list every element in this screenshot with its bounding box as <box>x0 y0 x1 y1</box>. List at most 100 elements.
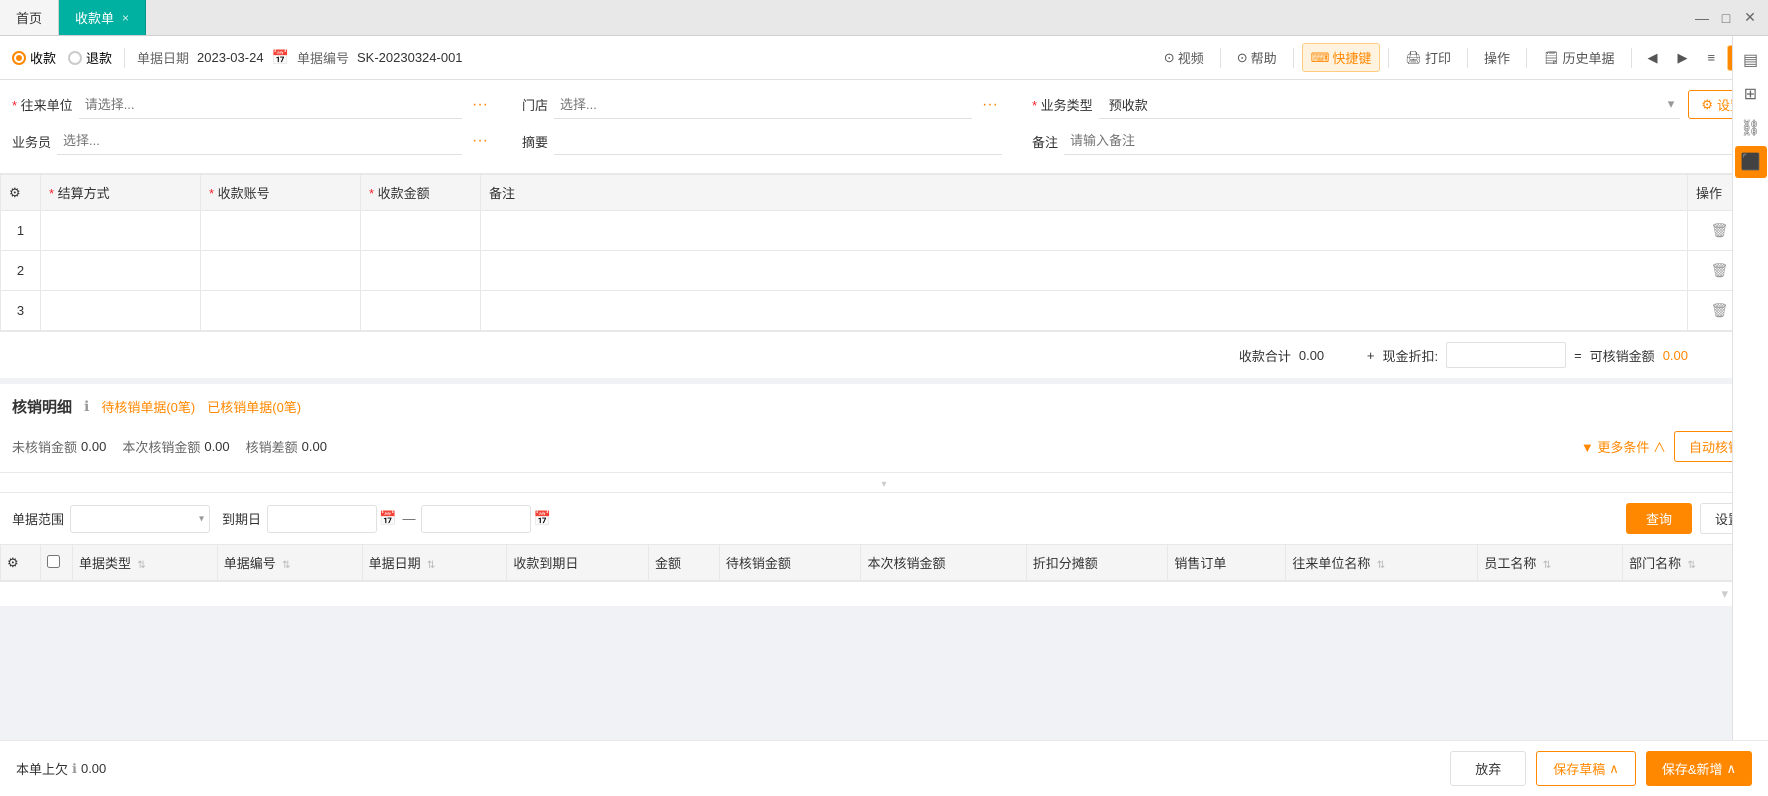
staff-input[interactable] <box>57 127 462 155</box>
remark-input[interactable] <box>1064 127 1756 155</box>
biz-type-select[interactable]: 预收款 ▾ <box>1099 91 1681 119</box>
table-row: 1 🗑 ⧉ <box>1 211 1768 251</box>
video-button[interactable]: ⊙ 视频 <box>1156 44 1212 71</box>
account-cell-3[interactable] <box>201 291 361 331</box>
sort-partner-icon[interactable]: ⇅ <box>1377 560 1385 571</box>
amount-cell-1[interactable] <box>361 211 481 251</box>
settle-cell-3[interactable] <box>41 291 201 331</box>
col-amount-header: 收款金额 <box>361 175 481 211</box>
amount-cell-3[interactable] <box>361 291 481 331</box>
date-from-input[interactable]: 2022-04-01 <box>267 505 377 533</box>
nav-prev-button[interactable]: ◀ <box>1640 46 1666 70</box>
verification-info-icon[interactable]: ℹ <box>84 398 89 415</box>
doc-no-value: SK-20230324-001 <box>357 50 463 65</box>
settle-cell-1[interactable] <box>41 211 201 251</box>
net-label: 可核销金额 <box>1590 346 1655 365</box>
shop-field: 门店 ··· <box>522 91 1002 119</box>
sidebar-link-icon[interactable]: ⛓ <box>1735 112 1767 144</box>
close-window-button[interactable]: ✕ <box>1740 8 1760 28</box>
main-content: 往来单位 ··· 门店 ··· 业务类型 预收款 ▾ <box>0 80 1768 760</box>
receipt-table-wrapper: ⚙ 结算方式 收款账号 收款金额 备注 操作 <box>0 174 1768 331</box>
remark-cell-1[interactable] <box>481 211 1688 251</box>
sidebar-active-icon[interactable]: ⬛ <box>1735 146 1767 178</box>
remark-cell-3[interactable] <box>481 291 1688 331</box>
discount-input[interactable] <box>1446 342 1566 368</box>
footer: 本单上欠 ℹ 0.00 放弃 保存草稿 ∧ 保存&新增 ∧ <box>0 740 1768 796</box>
shop-input[interactable] <box>554 91 972 119</box>
sort-date-icon[interactable]: ⇅ <box>427 560 435 571</box>
draft-arrow-icon: ∧ <box>1609 761 1619 777</box>
right-sidebar: ▤ ⊞ ⛓ ⬛ <box>1732 36 1768 796</box>
print-label: 打印 <box>1425 48 1451 67</box>
shop-more-icon[interactable]: ··· <box>978 96 1002 114</box>
operation-label: 操作 <box>1484 48 1510 67</box>
delete-icon-1[interactable]: 🗑 <box>1711 222 1729 239</box>
help-button[interactable]: ⊙ 帮助 <box>1229 44 1285 71</box>
table-row: 3 🗑 ⧉ <box>1 291 1768 331</box>
nav-next-button[interactable]: ▶ <box>1670 46 1696 70</box>
biz-type-arrow[interactable]: ▾ <box>1668 96 1675 112</box>
query-button[interactable]: 查询 <box>1626 503 1692 534</box>
date-to-icon[interactable]: 📅 <box>533 510 550 527</box>
print-button[interactable]: 🖨 打印 <box>1397 44 1459 71</box>
balance-info-icon[interactable]: ℹ <box>72 761 77 777</box>
staff-more-icon[interactable]: ··· <box>468 132 492 150</box>
receipt-type-group: 收款 退款 <box>12 48 112 67</box>
select-all-checkbox[interactable] <box>47 555 60 568</box>
shortcut-label: 快捷键 <box>1332 48 1371 67</box>
discard-button[interactable]: 放弃 <box>1450 751 1526 786</box>
range-select[interactable] <box>70 505 210 533</box>
list-view-button[interactable]: ≡ <box>1700 46 1724 69</box>
account-cell-1[interactable] <box>201 211 361 251</box>
due-date-field: 到期日 2022-04-01 📅 — 2022-04-12 📅 <box>222 505 551 533</box>
calendar-icon[interactable]: 📅 <box>272 49 289 66</box>
col-settings[interactable]: ⚙ <box>1 545 41 581</box>
save-draft-button[interactable]: 保存草稿 ∧ <box>1536 751 1636 786</box>
sort-shop-icon[interactable]: ⇅ <box>1687 560 1695 571</box>
net-value: 0.00 <box>1663 348 1688 363</box>
sort-no-icon[interactable]: ⇅ <box>282 560 290 571</box>
date-from-icon[interactable]: 📅 <box>379 510 396 527</box>
staff-field: 业务员 ··· <box>12 127 492 155</box>
refund-radio[interactable]: 退款 <box>68 48 112 67</box>
maximize-button[interactable]: □ <box>1716 8 1736 28</box>
save-new-button[interactable]: 保存&新增 ∧ <box>1646 751 1752 786</box>
sort-type-icon[interactable]: ⇅ <box>137 560 145 571</box>
col-date-header: 单据日期 ⇅ <box>362 545 507 581</box>
tab-close-icon[interactable]: × <box>122 11 129 25</box>
sidebar-table-icon[interactable]: ▤ <box>1735 44 1767 76</box>
remark-cell-2[interactable] <box>481 251 1688 291</box>
delete-icon-3[interactable]: 🗑 <box>1711 302 1729 319</box>
receipt-radio[interactable]: 收款 <box>12 48 56 67</box>
minimize-button[interactable]: — <box>1692 8 1712 28</box>
expand-indicator[interactable]: ▾ <box>0 472 1768 492</box>
delete-icon-2[interactable]: 🗑 <box>1711 262 1729 279</box>
settle-cell-2[interactable] <box>41 251 201 291</box>
due-date-label: 到期日 <box>222 509 261 528</box>
history-button[interactable]: 🗒 历史单据 <box>1535 44 1623 71</box>
account-cell-2[interactable] <box>201 251 361 291</box>
sidebar-grid-icon[interactable]: ⊞ <box>1735 78 1767 110</box>
more-conditions-button[interactable]: ▼ 更多条件 ∧ <box>1581 437 1666 456</box>
date-to-input[interactable]: 2022-04-12 <box>421 505 531 533</box>
range-label: 单据范围 <box>12 509 64 528</box>
diff-amount-item: 核销差额 0.00 <box>246 437 327 456</box>
tab-home[interactable]: 首页 <box>0 0 59 35</box>
done-tab-link[interactable]: 已核销单据(0笔) <box>207 397 301 416</box>
pending-tab-link[interactable]: 待核销单据(0笔) <box>101 397 195 416</box>
scroll-down-icon: ▾ <box>1721 586 1728 601</box>
tab-receipt[interactable]: 收款单 × <box>59 0 146 35</box>
footer-buttons: 放弃 保存草稿 ∧ 保存&新增 ∧ <box>1450 751 1752 786</box>
help-icon: ⊙ <box>1237 50 1248 66</box>
divider1 <box>124 48 125 68</box>
sort-staff-icon[interactable]: ⇅ <box>1543 560 1551 571</box>
total-value: 0.00 <box>1299 348 1359 363</box>
partner-input[interactable] <box>79 91 462 119</box>
shortcut-button[interactable]: ⌨ 快捷键 <box>1302 43 1381 72</box>
range-select-wrapper <box>70 505 210 533</box>
partner-more-icon[interactable]: ··· <box>468 96 492 114</box>
memo-input[interactable] <box>554 127 1002 155</box>
amount-cell-2[interactable] <box>361 251 481 291</box>
operation-button[interactable]: 操作 <box>1476 44 1518 71</box>
table-settings-header[interactable]: ⚙ <box>1 175 41 211</box>
